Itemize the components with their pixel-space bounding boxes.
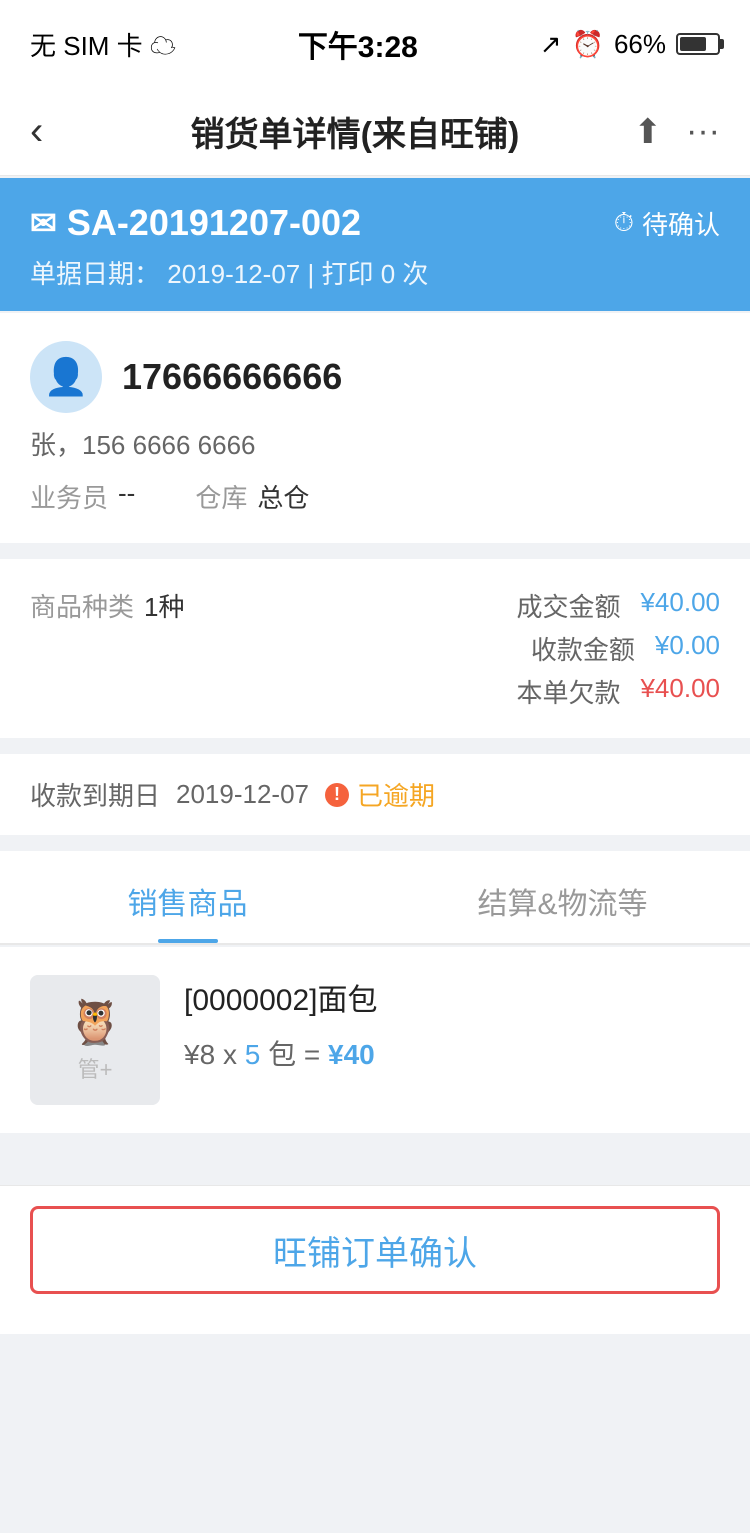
- nav-bar: ‹ 销货单详情(来自旺铺) ⬆ ···: [0, 88, 750, 176]
- received-amount-row: 收款金额 ¥0.00: [531, 630, 720, 667]
- clock-icon: ⏱: [614, 207, 634, 239]
- status-bar: 无 SIM 卡 ☁ 下午3:28 ↗ ⏰ 66%: [0, 0, 750, 88]
- share-icon[interactable]: ⬆: [634, 112, 663, 152]
- confirm-button[interactable]: 旺铺订单确认: [30, 1206, 720, 1294]
- deal-amount-row: 成交金额 ¥40.00: [516, 587, 720, 624]
- deal-amount-label: 成交金额: [516, 587, 620, 624]
- received-amount-value: ¥0.00: [655, 630, 720, 667]
- sales-label: 业务员: [30, 478, 108, 515]
- warehouse-value: 总仓: [257, 478, 309, 515]
- status-right: ↗ ⏰ 66%: [540, 29, 720, 60]
- product-price-line: ¥8 x 5 包 = ¥40: [184, 1033, 720, 1073]
- order-header-top: ✉ SA-20191207-002 ⏱ 待确认: [30, 202, 720, 244]
- battery-label: 66%: [614, 29, 666, 60]
- customer-sub-info: 张，156 6666 6666: [30, 425, 720, 462]
- tab-sales-products[interactable]: 销售商品: [0, 851, 375, 943]
- tab-sales-products-label: 销售商品: [128, 888, 248, 921]
- customer-header: 👤 17666666666: [30, 341, 720, 413]
- page-title: 销货单详情(来自旺铺): [90, 107, 620, 156]
- alarm-icon: ⏰: [572, 29, 604, 60]
- brand-owl-icon: 🦉: [68, 996, 123, 1048]
- product-total: ¥40: [328, 1039, 375, 1070]
- summary-card: 商品种类 1种 成交金额 ¥40.00 收款金额 ¥0.00 本单欠款 ¥40.…: [0, 559, 750, 738]
- overdue-badge: ! 已逾期: [325, 776, 435, 813]
- product-thumb-img: 🦉 管+: [30, 975, 160, 1105]
- order-id-icon: ✉: [30, 204, 57, 242]
- deal-amount-value: ¥40.00: [640, 587, 720, 624]
- avatar: 👤: [30, 341, 102, 413]
- product-name: [0000002]面包: [184, 975, 720, 1019]
- product-list: 🦉 管+ [0000002]面包 ¥8 x 5 包 = ¥40: [0, 947, 750, 1133]
- tabs-bar: 销售商品 结算&物流等: [0, 851, 750, 945]
- warehouse-label: 仓库: [195, 478, 247, 515]
- print-label: 打印: [321, 259, 373, 289]
- product-price: ¥8: [184, 1039, 215, 1070]
- sales-value: --: [118, 478, 135, 515]
- order-status-text: 待确认: [642, 205, 720, 242]
- back-button[interactable]: ‹: [30, 109, 90, 154]
- print-unit: 次: [402, 259, 428, 289]
- order-date-info: 单据日期： 2019-12-07 | 打印 0 次: [30, 254, 720, 291]
- sales-meta: 业务员 --: [30, 478, 135, 515]
- product-unit: 包: [268, 1039, 296, 1070]
- due-date-value: 2019-12-07: [176, 779, 309, 810]
- bottom-bar: 旺铺订单确认: [0, 1185, 750, 1334]
- order-id: ✉ SA-20191207-002: [30, 202, 361, 244]
- nav-actions: ⬆ ···: [620, 112, 720, 152]
- customer-card: 👤 17666666666 张，156 6666 6666 业务员 -- 仓库 …: [0, 313, 750, 543]
- product-info: [0000002]面包 ¥8 x 5 包 = ¥40: [184, 975, 720, 1073]
- tab-settlement[interactable]: 结算&物流等: [375, 851, 750, 943]
- product-quantity: 5: [245, 1039, 261, 1070]
- equals-sign: =: [304, 1039, 328, 1070]
- location-icon: ↗: [540, 29, 562, 60]
- customer-phone: 17666666666: [122, 356, 342, 398]
- due-amount-row: 本单欠款 ¥40.00: [516, 673, 720, 710]
- status-left: 无 SIM 卡 ☁: [30, 26, 176, 63]
- status-time: 下午3:28: [298, 22, 418, 66]
- more-icon[interactable]: ···: [686, 112, 720, 151]
- due-date-card: 收款到期日 2019-12-07 ! 已逾期: [0, 754, 750, 835]
- received-amount-label: 收款金额: [531, 630, 635, 667]
- summary-amounts: 成交金额 ¥40.00 收款金额 ¥0.00 本单欠款 ¥40.00: [516, 587, 720, 710]
- warehouse-meta: 仓库 总仓: [195, 478, 309, 515]
- multiply-sign: x: [223, 1039, 245, 1070]
- overdue-icon: !: [325, 783, 349, 807]
- battery-icon: [676, 33, 720, 55]
- print-count: 0: [381, 259, 395, 289]
- due-date-label: 收款到期日: [30, 776, 160, 813]
- product-types-value: 1种: [144, 587, 184, 624]
- product-types-label: 商品种类: [30, 587, 134, 624]
- tab-settlement-label: 结算&物流等: [477, 888, 647, 921]
- product-item: 🦉 管+ [0000002]面包 ¥8 x 5 包 = ¥40: [0, 947, 750, 1133]
- product-types: 商品种类 1种: [30, 587, 184, 624]
- divider: |: [307, 259, 321, 289]
- brand-plus-text: 管+: [78, 1052, 113, 1084]
- order-id-text: SA-20191207-002: [67, 202, 361, 244]
- overdue-text: 已逾期: [357, 776, 435, 813]
- product-thumbnail: 🦉 管+: [30, 975, 160, 1105]
- sim-label: 无 SIM 卡 ☁: [30, 26, 176, 63]
- due-amount-value: ¥40.00: [640, 673, 720, 710]
- order-date: 2019-12-07: [167, 259, 300, 289]
- summary-main-row: 商品种类 1种 成交金额 ¥40.00 收款金额 ¥0.00 本单欠款 ¥40.…: [30, 587, 720, 710]
- order-status: ⏱ 待确认: [614, 205, 720, 242]
- customer-meta: 业务员 -- 仓库 总仓: [30, 478, 720, 515]
- due-amount-label: 本单欠款: [516, 673, 620, 710]
- avatar-icon: 👤: [44, 356, 89, 398]
- date-label: 单据日期：: [30, 259, 160, 289]
- order-header: ✉ SA-20191207-002 ⏱ 待确认 单据日期： 2019-12-07…: [0, 178, 750, 311]
- bottom-spacer: [0, 1373, 750, 1533]
